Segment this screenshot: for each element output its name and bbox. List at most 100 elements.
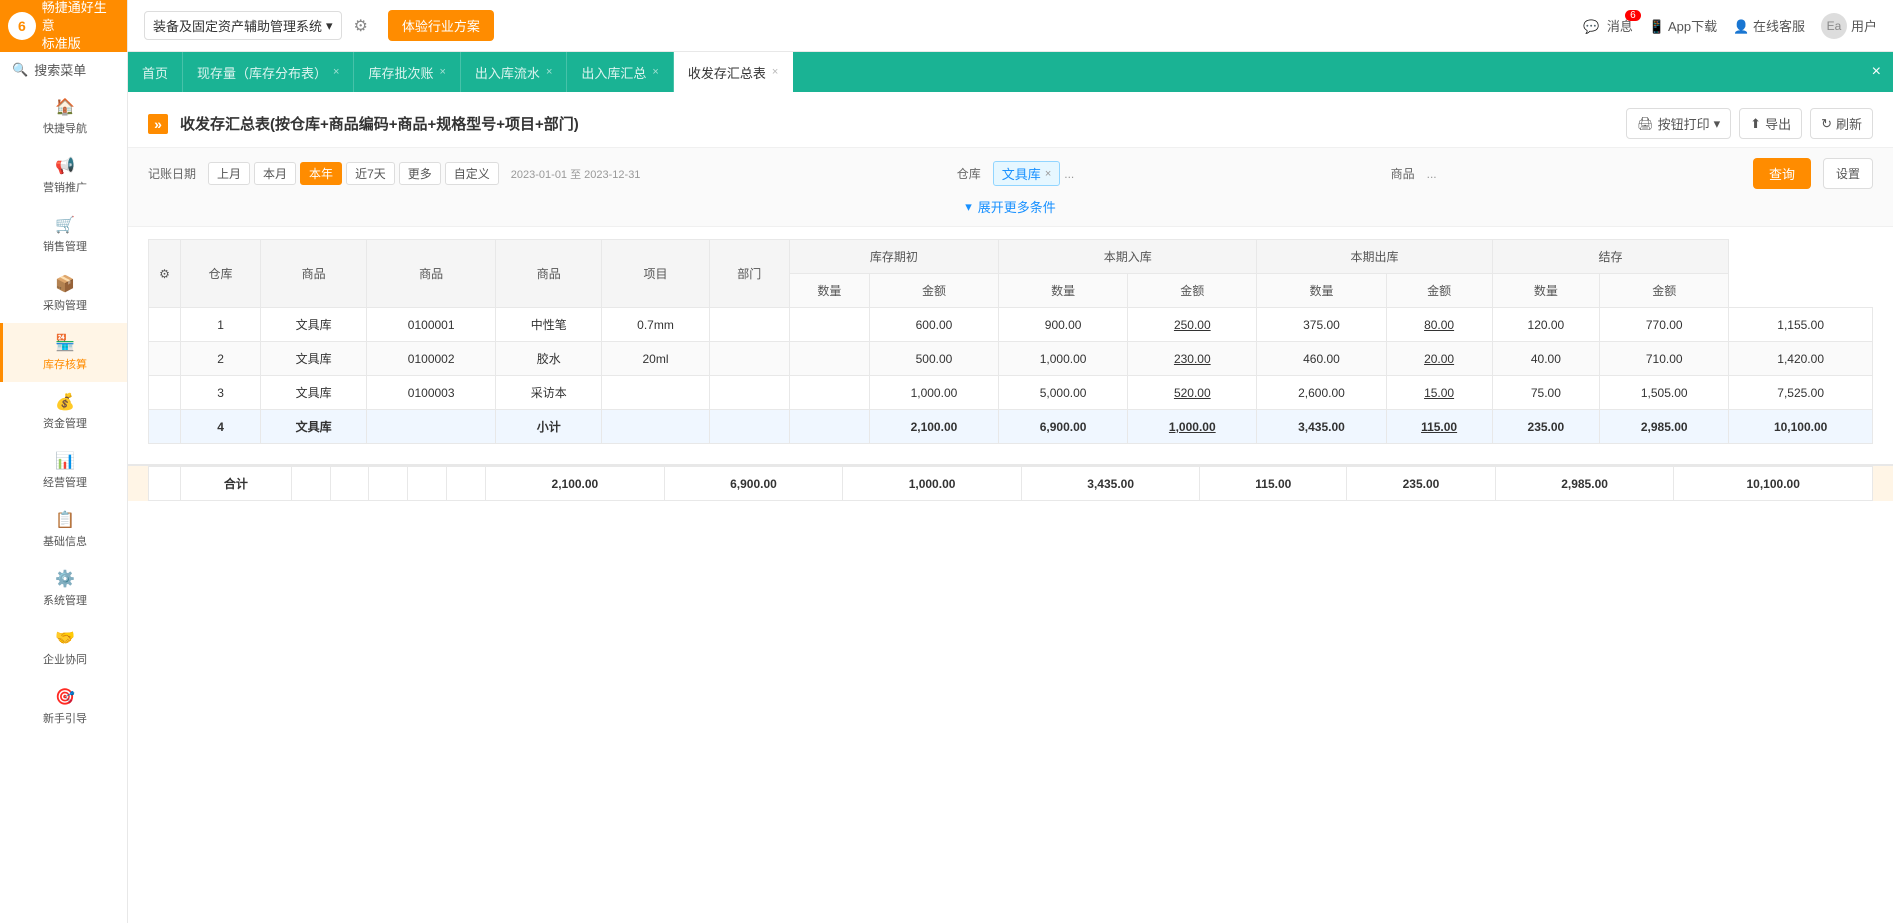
sidebar-item-inventory[interactable]: 🏪 库存核算 bbox=[0, 323, 127, 382]
tab-home[interactable]: 首页 bbox=[128, 52, 183, 92]
refresh-button[interactable]: ↻ 刷新 bbox=[1810, 108, 1873, 139]
sidebar-item-marketing[interactable]: 📢 营销推广 bbox=[0, 146, 127, 205]
trial-button[interactable]: 体验行业方案 bbox=[388, 10, 494, 41]
topbar: 装备及固定资产辅助管理系统 ▾ ⚙ 体验行业方案 💬 6 消息 📱 App下载 … bbox=[128, 0, 1893, 52]
warehouse-more[interactable]: ... bbox=[1064, 167, 1074, 181]
export-button[interactable]: ⬆ 导出 bbox=[1739, 108, 1802, 139]
tab-stock-dist[interactable]: 现存量（库存分布表） × bbox=[183, 52, 354, 92]
row-balance-qty: 770.00 bbox=[1600, 308, 1729, 342]
row-balance-amt: 1,420.00 bbox=[1729, 342, 1873, 376]
date-btn-this-month[interactable]: 本月 bbox=[254, 162, 296, 185]
inbound-qty-header: 数量 bbox=[999, 274, 1128, 308]
sidebar-item-purchase[interactable]: 📦 采购管理 bbox=[0, 264, 127, 323]
inventory-icon: 🏪 bbox=[55, 333, 75, 353]
row-no: 2 bbox=[181, 342, 261, 376]
sidebar-item-system[interactable]: ⚙️ 系统管理 bbox=[0, 559, 127, 618]
filter-bar: 记账日期 上月 本月 本年 近7天 更多 自定义 2023-01-01 至 20… bbox=[128, 148, 1893, 227]
row-outbound-qty[interactable]: 20.00 bbox=[1386, 342, 1492, 376]
row-goods-name: 小计 bbox=[496, 410, 602, 444]
row-balance-amt: 1,155.00 bbox=[1729, 308, 1873, 342]
sidebar-item-label: 库存核算 bbox=[43, 356, 87, 372]
search-icon: 🔍 bbox=[12, 62, 28, 78]
warehouse-selector[interactable]: 文具库 × ... bbox=[993, 161, 1074, 186]
home-icon: 🏠 bbox=[55, 97, 75, 117]
row-outbound-qty[interactable]: 15.00 bbox=[1386, 376, 1492, 410]
sidebar-item-enterprise[interactable]: 🤝 企业协同 bbox=[0, 618, 127, 677]
date-btn-more[interactable]: 更多 bbox=[399, 162, 441, 185]
outbound-qty-header: 数量 bbox=[1257, 274, 1386, 308]
tab-inout-summary[interactable]: 出入库汇总 × bbox=[567, 52, 673, 92]
close-all-tabs[interactable]: × bbox=[1860, 63, 1893, 81]
sidebar-item-finance[interactable]: 💰 资金管理 bbox=[0, 382, 127, 441]
row-inbound-qty[interactable]: 250.00 bbox=[1128, 308, 1257, 342]
tab-close-icon[interactable]: × bbox=[772, 66, 778, 78]
content-area: » 收发存汇总表(按仓库+商品编码+商品+规格型号+项目+部门) 🖨 按钮打印 … bbox=[128, 92, 1893, 923]
system-selector[interactable]: 装备及固定资产辅助管理系统 ▾ bbox=[144, 11, 342, 40]
table-row: 1文具库0100001中性笔0.7mm600.00900.00250.00375… bbox=[149, 308, 1873, 342]
row-outbound-qty[interactable]: 115.00 bbox=[1386, 410, 1492, 444]
row-goods-code: 0100001 bbox=[367, 308, 496, 342]
row-warehouse: 文具库 bbox=[261, 342, 367, 376]
row-goods-code: 0100002 bbox=[367, 342, 496, 376]
base-info-icon: 📋 bbox=[55, 510, 75, 530]
row-inbound-qty[interactable]: 520.00 bbox=[1128, 376, 1257, 410]
search-menu[interactable]: 🔍 搜索菜单 bbox=[0, 52, 127, 87]
date-btns: 上月 本月 本年 近7天 更多 自定义 bbox=[208, 162, 499, 185]
goods-more[interactable]: ... bbox=[1427, 167, 1437, 181]
row-opening-qty: 1,000.00 bbox=[869, 376, 998, 410]
date-btn-custom[interactable]: 自定义 bbox=[445, 162, 499, 185]
row-inbound-qty[interactable]: 230.00 bbox=[1128, 342, 1257, 376]
row-opening-amt: 1,000.00 bbox=[999, 342, 1128, 376]
col-settings-icon[interactable]: ⚙ bbox=[149, 240, 181, 308]
message-label: 消息 bbox=[1607, 19, 1633, 34]
row-settings bbox=[149, 376, 181, 410]
date-btn-last-month[interactable]: 上月 bbox=[208, 162, 250, 185]
tab-close-icon[interactable]: × bbox=[333, 66, 339, 78]
col-goods-code: 商品 bbox=[261, 240, 367, 308]
date-btn-7days[interactable]: 近7天 bbox=[346, 162, 395, 185]
row-outbound-amt: 235.00 bbox=[1492, 410, 1600, 444]
row-outbound-qty[interactable]: 80.00 bbox=[1386, 308, 1492, 342]
sidebar-item-guide[interactable]: 🎯 新手引导 bbox=[0, 677, 127, 736]
expand-toggle[interactable]: » bbox=[148, 114, 168, 134]
print-button[interactable]: 🖨 按钮打印 ▾ bbox=[1626, 108, 1731, 139]
sidebar-item-operations[interactable]: 📊 经营管理 bbox=[0, 441, 127, 500]
warehouse-tag[interactable]: 文具库 × bbox=[993, 161, 1060, 186]
guide-icon: 🎯 bbox=[55, 687, 75, 707]
footer-inbound-amt: 3,435.00 bbox=[1021, 467, 1200, 501]
row-balance-qty: 710.00 bbox=[1600, 342, 1729, 376]
message-badge[interactable]: 💬 6 消息 bbox=[1583, 16, 1633, 35]
sidebar-item-base-info[interactable]: 📋 基础信息 bbox=[0, 500, 127, 559]
topbar-right: 💬 6 消息 📱 App下载 👤 在线客服 Ea 用户 bbox=[1583, 13, 1877, 39]
settings-button[interactable]: 设置 bbox=[1823, 158, 1873, 189]
online-service-link[interactable]: 👤 在线客服 bbox=[1733, 16, 1805, 35]
table-row: 2文具库0100002胶水20ml500.001,000.00230.00460… bbox=[149, 342, 1873, 376]
row-inbound-qty[interactable]: 1,000.00 bbox=[1128, 410, 1257, 444]
row-goods-spec bbox=[602, 376, 709, 410]
tab-recv-send-summary[interactable]: 收发存汇总表 × bbox=[674, 52, 793, 92]
row-warehouse: 文具库 bbox=[261, 308, 367, 342]
sidebar-item-sales[interactable]: 🛒 销售管理 bbox=[0, 205, 127, 264]
footer-empty-5 bbox=[408, 467, 447, 501]
date-btn-this-year[interactable]: 本年 bbox=[300, 162, 342, 185]
app-download-link[interactable]: 📱 App下载 bbox=[1649, 16, 1717, 35]
sidebar-item-label: 系统管理 bbox=[43, 592, 87, 608]
user-menu[interactable]: Ea 用户 bbox=[1821, 13, 1877, 39]
service-icon: 👤 bbox=[1733, 19, 1749, 34]
row-warehouse: 文具库 bbox=[261, 376, 367, 410]
tab-close-icon[interactable]: × bbox=[439, 66, 445, 78]
warehouse-tag-remove[interactable]: × bbox=[1045, 168, 1051, 180]
settings-icon[interactable]: ⚙ bbox=[354, 16, 368, 36]
warehouse-filter-label: 仓库 bbox=[957, 165, 981, 182]
tab-batch-ledger[interactable]: 库存批次账 × bbox=[354, 52, 460, 92]
table-row: 4文具库小计2,100.006,900.001,000.003,435.0011… bbox=[149, 410, 1873, 444]
row-inbound-amt: 2,600.00 bbox=[1257, 376, 1386, 410]
row-balance-qty: 1,505.00 bbox=[1600, 376, 1729, 410]
tab-close-icon[interactable]: × bbox=[546, 66, 552, 78]
operations-icon: 📊 bbox=[55, 451, 75, 471]
expand-conditions-btn[interactable]: ▾ 展开更多条件 bbox=[965, 197, 1056, 216]
tab-close-icon[interactable]: × bbox=[652, 66, 658, 78]
sidebar-item-quick-nav[interactable]: 🏠 快捷导航 bbox=[0, 87, 127, 146]
query-button[interactable]: 查询 bbox=[1753, 158, 1811, 189]
tab-inout-flow[interactable]: 出入库流水 × bbox=[461, 52, 567, 92]
